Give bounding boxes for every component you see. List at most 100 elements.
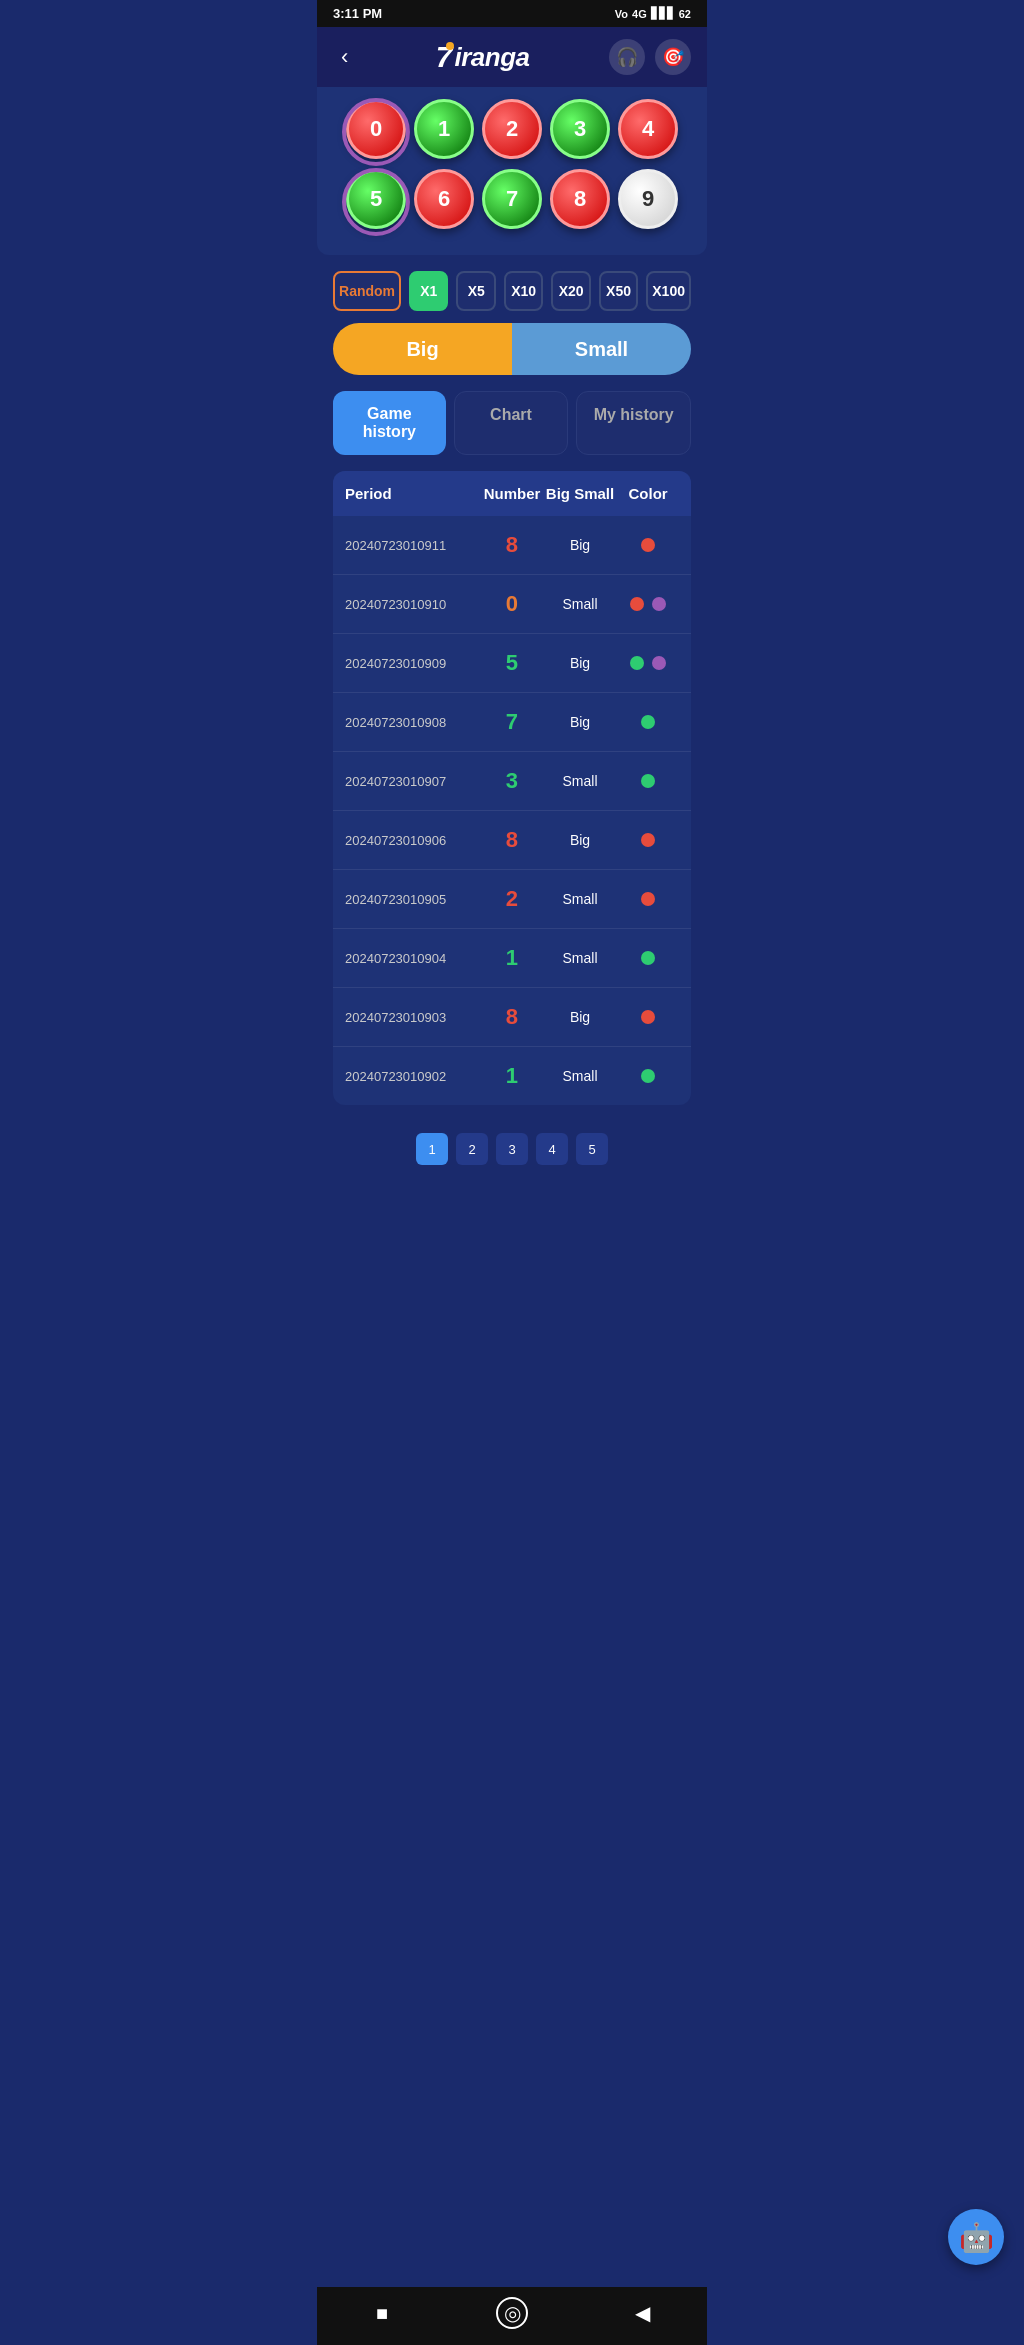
number-cell: 7 xyxy=(481,709,543,735)
logo-7-container: 7 xyxy=(436,40,453,74)
page-3-button[interactable]: 3 xyxy=(496,1133,528,1165)
color-cell xyxy=(617,833,679,847)
x5-button[interactable]: X5 xyxy=(456,271,495,311)
x100-button[interactable]: X100 xyxy=(646,271,691,311)
balls-row-1: 0 1 2 3 4 xyxy=(333,99,691,159)
tab-chart[interactable]: Chart xyxy=(454,391,569,455)
table-header: Period Number Big Small Color xyxy=(333,471,691,516)
table-row: 20240723010906 8 Big xyxy=(333,811,691,870)
period-cell: 20240723010909 xyxy=(345,656,481,671)
pagination: 1 2 3 4 5 xyxy=(317,1121,707,1177)
ball-5[interactable]: 5 xyxy=(346,169,406,229)
bigsmall-cell: Big xyxy=(543,832,617,848)
balls-row-2: 5 6 7 8 9 xyxy=(333,169,691,229)
period-cell: 20240723010902 xyxy=(345,1069,481,1084)
table-row: 20240723010904 1 Small xyxy=(333,929,691,988)
dot-green xyxy=(641,715,655,729)
profile-icon[interactable]: 🎯 xyxy=(655,39,691,75)
logo: 7 iranga xyxy=(436,40,530,74)
status-icons: Vo 4G ▋▋▋ 62 xyxy=(615,7,691,20)
ball-4[interactable]: 4 xyxy=(618,99,678,159)
small-button[interactable]: Small xyxy=(512,323,691,375)
table-row: 20240723010908 7 Big xyxy=(333,693,691,752)
random-button[interactable]: Random xyxy=(333,271,401,311)
ball-9[interactable]: 9 xyxy=(618,169,678,229)
ball-0[interactable]: 0 xyxy=(346,99,406,159)
table-row: 20240723010905 2 Small xyxy=(333,870,691,929)
number-cell: 8 xyxy=(481,532,543,558)
dot-red xyxy=(641,833,655,847)
color-cell xyxy=(617,538,679,552)
game-history-table: Period Number Big Small Color 2024072301… xyxy=(333,471,691,1105)
x50-button[interactable]: X50 xyxy=(599,271,638,311)
bigsmall-cell: Big xyxy=(543,537,617,553)
ball-6[interactable]: 6 xyxy=(414,169,474,229)
number-cell: 5 xyxy=(481,650,543,676)
bigsmall-cell: Big xyxy=(543,655,617,671)
period-cell: 20240723010906 xyxy=(345,833,481,848)
back-nav-button[interactable]: ◀ xyxy=(626,2297,658,2329)
table-row: 20240723010910 0 Small xyxy=(333,575,691,634)
page-5-button[interactable]: 5 xyxy=(576,1133,608,1165)
color-cell xyxy=(617,892,679,906)
time: 3:11 PM xyxy=(333,6,382,21)
color-cell xyxy=(617,1010,679,1024)
color-cell xyxy=(617,656,679,670)
number-cell: 1 xyxy=(481,945,543,971)
bigsmall-cell: Big xyxy=(543,1009,617,1025)
dot-purple xyxy=(652,597,666,611)
bigsmall-cell: Small xyxy=(543,950,617,966)
dot-red xyxy=(641,538,655,552)
bottom-navigation: ■ ◎ ◀ xyxy=(317,2287,707,2345)
period-cell: 20240723010908 xyxy=(345,715,481,730)
ball-2[interactable]: 2 xyxy=(482,99,542,159)
page-2-button[interactable]: 2 xyxy=(456,1133,488,1165)
x1-button[interactable]: X1 xyxy=(409,271,448,311)
header-bigsmall: Big Small xyxy=(543,485,617,502)
header-color: Color xyxy=(617,485,679,502)
period-cell: 20240723010911 xyxy=(345,538,481,553)
header: ‹ 7 iranga 🎧 🎯 xyxy=(317,27,707,87)
circle-icon: ◎ xyxy=(496,2297,528,2329)
table-row: 20240723010911 8 Big xyxy=(333,516,691,575)
x20-button[interactable]: X20 xyxy=(551,271,590,311)
number-cell: 2 xyxy=(481,886,543,912)
ball-7[interactable]: 7 xyxy=(482,169,542,229)
home-button[interactable]: ◎ xyxy=(496,2297,528,2329)
color-cell xyxy=(617,774,679,788)
balls-section: 0 1 2 3 4 5 6 7 8 9 xyxy=(317,87,707,255)
headset-icon[interactable]: 🎧 xyxy=(609,39,645,75)
back-button[interactable]: ‹ xyxy=(333,40,356,74)
battery-text: 62 xyxy=(679,8,691,20)
dot-red xyxy=(641,1010,655,1024)
triangle-icon: ◀ xyxy=(635,2301,650,2325)
tab-my-history[interactable]: My history xyxy=(576,391,691,455)
dot-green xyxy=(641,951,655,965)
page-1-button[interactable]: 1 xyxy=(416,1133,448,1165)
square-button[interactable]: ■ xyxy=(366,2297,398,2329)
period-cell: 20240723010907 xyxy=(345,774,481,789)
network-text: 4G xyxy=(632,8,647,20)
header-number: Number xyxy=(481,485,543,502)
page-4-button[interactable]: 4 xyxy=(536,1133,568,1165)
big-small-toggle: Big Small xyxy=(333,323,691,375)
dot-green xyxy=(641,774,655,788)
dot-green xyxy=(630,656,644,670)
tab-game-history[interactable]: Game history xyxy=(333,391,446,455)
bigsmall-cell: Big xyxy=(543,714,617,730)
logo-iranga: iranga xyxy=(454,42,529,73)
x10-button[interactable]: X10 xyxy=(504,271,543,311)
big-button[interactable]: Big xyxy=(333,323,512,375)
bigsmall-cell: Small xyxy=(543,596,617,612)
signal-bars: ▋▋▋ xyxy=(651,7,675,20)
bigsmall-cell: Small xyxy=(543,773,617,789)
period-cell: 20240723010905 xyxy=(345,892,481,907)
ball-1[interactable]: 1 xyxy=(414,99,474,159)
color-cell xyxy=(617,1069,679,1083)
ball-3[interactable]: 3 xyxy=(550,99,610,159)
dot-green xyxy=(641,1069,655,1083)
ball-8[interactable]: 8 xyxy=(550,169,610,229)
dot-red xyxy=(630,597,644,611)
multiplier-row: Random X1 X5 X10 X20 X50 X100 xyxy=(333,271,691,311)
table-row: 20240723010903 8 Big xyxy=(333,988,691,1047)
